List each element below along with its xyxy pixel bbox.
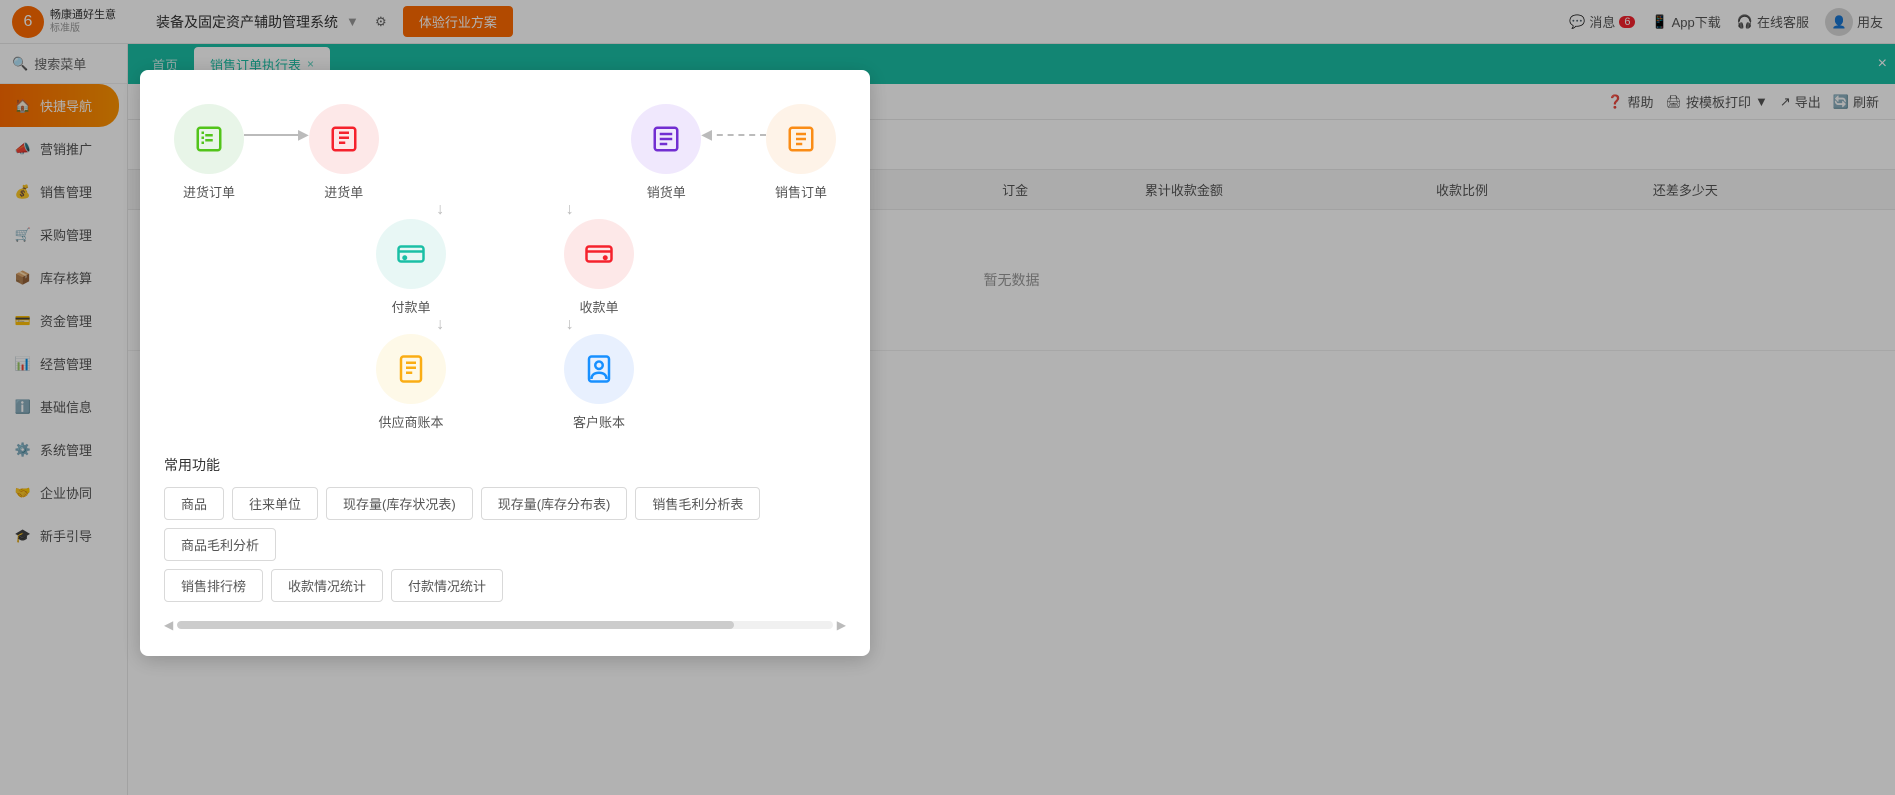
purchase-order-circle	[174, 104, 244, 174]
flow-diagram: 进货订单 ▶ 进货单	[164, 94, 846, 447]
sales-bill-label: 销货单	[647, 182, 686, 201]
func-buttons-row-2: 销售排行榜 收款情况统计 付款情况统计	[164, 569, 846, 602]
purchase-bill-circle	[309, 104, 379, 174]
func-btn-sales-ranking[interactable]: 销售排行榜	[164, 569, 263, 602]
sales-order-circle	[766, 104, 836, 174]
receipt-circle	[564, 219, 634, 289]
payment-circle	[376, 219, 446, 289]
func-btn-sales-margin[interactable]: 销售毛利分析表	[635, 487, 760, 520]
customer-ledger-circle	[564, 334, 634, 404]
flow-node-receipt[interactable]: 收款单	[564, 219, 634, 316]
scrollbar-thumb	[177, 621, 734, 629]
flow-arrows-row-2: ↓ ↓	[164, 316, 846, 334]
flow-arrows-row: ↓ ↓	[164, 201, 846, 219]
flow-row-1: 进货订单 ▶ 进货单	[164, 94, 846, 201]
sales-bill-circle	[631, 104, 701, 174]
purchase-bill-label: 进货单	[324, 182, 363, 201]
func-btn-contacts[interactable]: 往来单位	[232, 487, 318, 520]
modal-overlay[interactable]: 进货订单 ▶ 进货单	[0, 0, 1895, 795]
flow-node-sales-order[interactable]: 销售订单	[766, 104, 836, 201]
sales-order-label: 销售订单	[775, 182, 827, 201]
func-btn-product[interactable]: 商品	[164, 487, 224, 520]
scroll-left-arrow[interactable]: ◀	[164, 618, 173, 632]
scroll-right-arrow[interactable]: ▶	[837, 618, 846, 632]
flow-node-purchase-bill[interactable]: 进货单	[309, 104, 379, 201]
modal-scrollbar: ◀ ▶	[164, 618, 846, 632]
flow-row-3: 供应商账本 客户账本	[164, 334, 846, 447]
supplier-ledger-label: 供应商账本	[378, 412, 443, 431]
arrow-right-1: ▶	[244, 126, 309, 143]
func-buttons-row-1: 商品 往来单位 现存量(库存状况表) 现存量(库存分布表) 销售毛利分析表 商品…	[164, 487, 846, 561]
customer-ledger-label: 客户账本	[573, 412, 625, 431]
flow-row-2: 付款单 收款单	[164, 219, 846, 316]
func-btn-inventory-status[interactable]: 现存量(库存状况表)	[326, 487, 473, 520]
flow-node-payment[interactable]: 付款单	[376, 219, 446, 316]
purchase-order-label: 进货订单	[183, 182, 235, 201]
flow-node-customer-ledger[interactable]: 客户账本	[564, 334, 634, 431]
func-btn-inventory-dist[interactable]: 现存量(库存分布表)	[481, 487, 628, 520]
payment-label: 付款单	[391, 297, 430, 316]
flow-node-purchase-order[interactable]: 进货订单	[174, 104, 244, 201]
func-btn-payment-stats[interactable]: 付款情况统计	[391, 569, 503, 602]
arrow-left-1: ◀	[701, 126, 766, 143]
common-functions-section: 常用功能 商品 往来单位 现存量(库存状况表) 现存量(库存分布表) 销售毛利分…	[164, 455, 846, 602]
receipt-label: 收款单	[579, 297, 618, 316]
scrollbar-track	[177, 621, 833, 629]
common-functions-title: 常用功能	[164, 455, 846, 475]
flow-modal: 进货订单 ▶ 进货单	[140, 70, 870, 656]
func-btn-receipt-stats[interactable]: 收款情况统计	[271, 569, 383, 602]
flow-node-sales-bill[interactable]: 销货单	[631, 104, 701, 201]
func-btn-product-margin[interactable]: 商品毛利分析	[164, 528, 276, 561]
flow-node-supplier-ledger[interactable]: 供应商账本	[376, 334, 446, 431]
supplier-ledger-circle	[376, 334, 446, 404]
